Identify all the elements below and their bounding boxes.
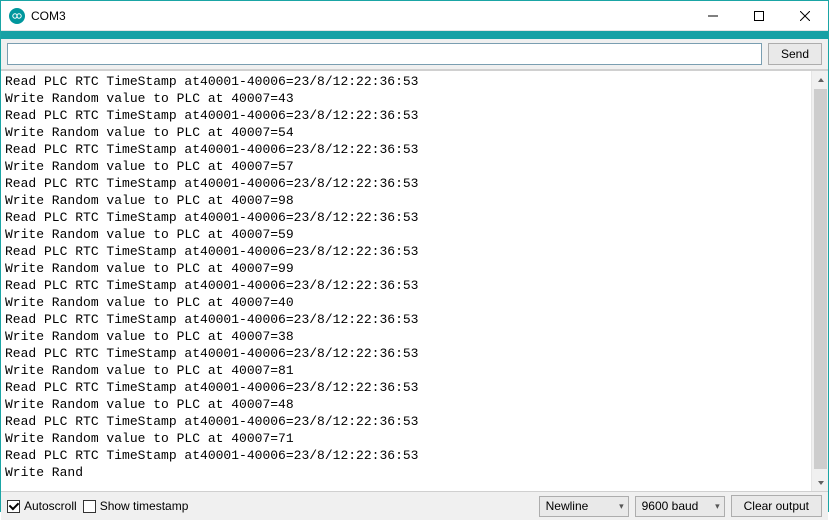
scrollbar[interactable] bbox=[811, 71, 828, 491]
chevron-down-icon: ▾ bbox=[715, 501, 720, 512]
chevron-down-icon: ▾ bbox=[619, 501, 624, 512]
send-button[interactable]: Send bbox=[768, 43, 822, 65]
baud-dropdown[interactable]: 9600 baud ▾ bbox=[635, 496, 725, 517]
maximize-button[interactable] bbox=[736, 1, 782, 31]
line-ending-dropdown[interactable]: Newline ▾ bbox=[539, 496, 629, 517]
scroll-up-icon[interactable] bbox=[812, 71, 829, 88]
send-row: Send bbox=[1, 39, 828, 70]
accent-strip bbox=[1, 31, 828, 39]
clear-output-button[interactable]: Clear output bbox=[731, 495, 822, 517]
scroll-thumb[interactable] bbox=[814, 89, 827, 469]
title-bar: COM3 bbox=[1, 1, 828, 31]
autoscroll-checkbox[interactable]: Autoscroll bbox=[7, 499, 77, 513]
console-area: Read PLC RTC TimeStamp at40001-40006=23/… bbox=[1, 70, 828, 492]
footer-bar: Autoscroll Show timestamp Newline ▾ 9600… bbox=[1, 492, 828, 520]
close-button[interactable] bbox=[782, 1, 828, 31]
checkbox-icon bbox=[7, 500, 20, 513]
send-input[interactable] bbox=[7, 43, 762, 65]
window-title: COM3 bbox=[31, 9, 66, 23]
show-timestamp-checkbox[interactable]: Show timestamp bbox=[83, 499, 189, 513]
baud-value: 9600 baud bbox=[642, 499, 699, 513]
console-output[interactable]: Read PLC RTC TimeStamp at40001-40006=23/… bbox=[1, 71, 811, 491]
show-timestamp-label: Show timestamp bbox=[100, 499, 189, 513]
line-ending-value: Newline bbox=[546, 499, 589, 513]
minimize-button[interactable] bbox=[690, 1, 736, 31]
checkbox-icon bbox=[83, 500, 96, 513]
autoscroll-label: Autoscroll bbox=[24, 499, 77, 513]
arduino-icon bbox=[9, 8, 25, 24]
scroll-down-icon[interactable] bbox=[812, 474, 829, 491]
